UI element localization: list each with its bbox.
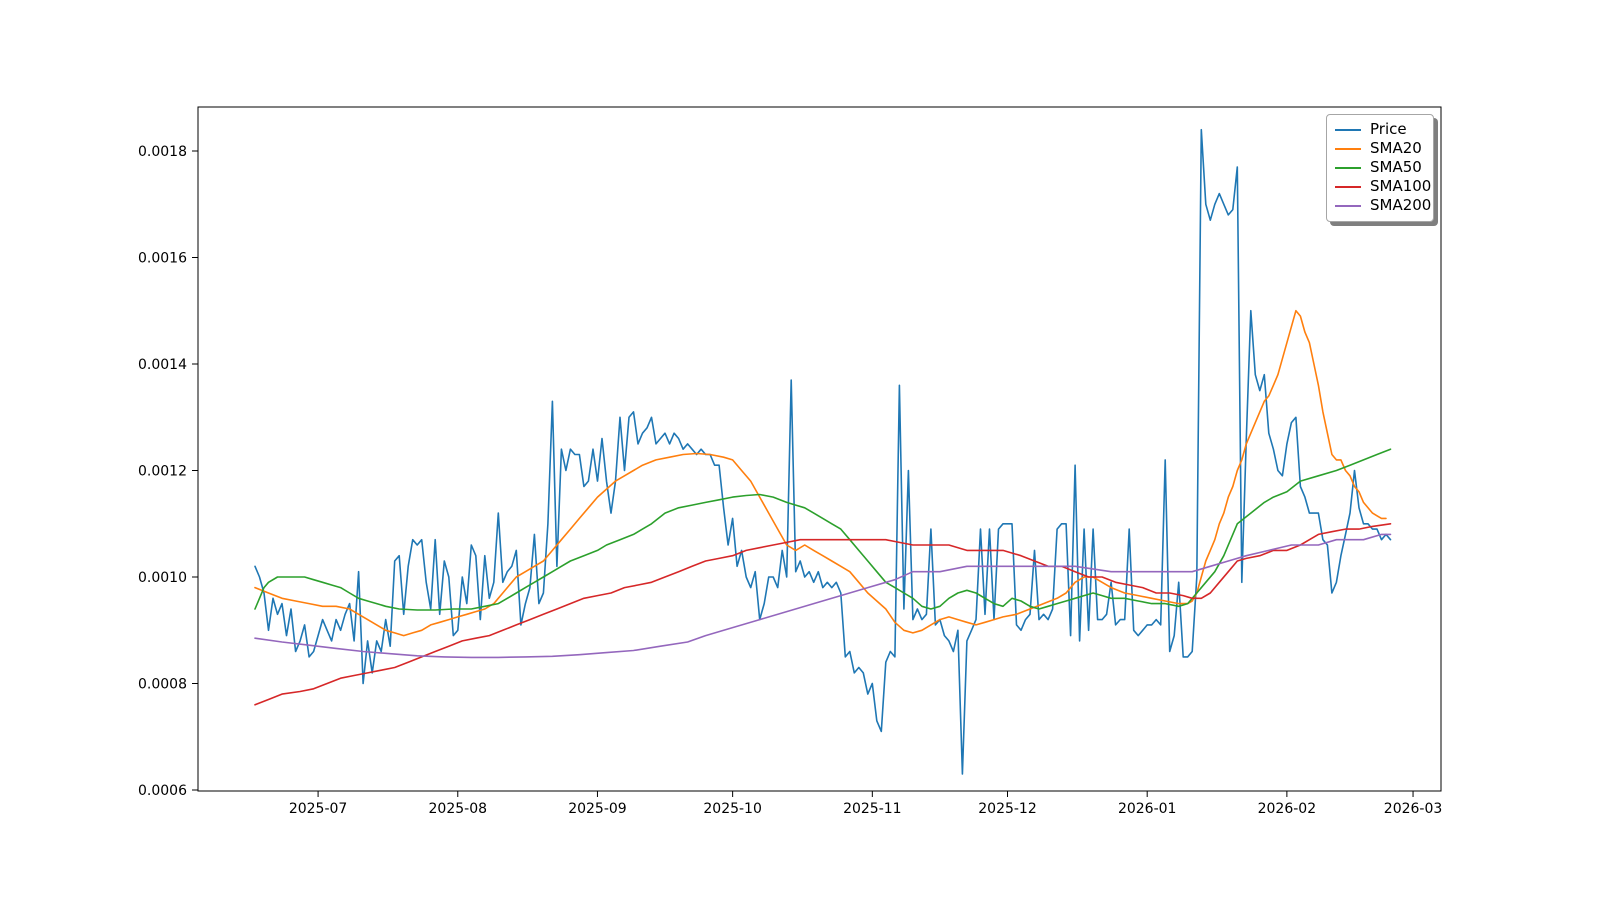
y-tick-label: 0.0010 xyxy=(138,570,187,586)
x-tick-label: 2025-09 xyxy=(568,801,627,817)
x-tick-label: 2025-11 xyxy=(843,801,902,817)
x-tick-label: 2026-03 xyxy=(1384,801,1443,817)
legend: Price SMA20 SMA50 SMA100 SMA200 xyxy=(1326,114,1434,222)
legend-item-price: Price xyxy=(1335,120,1425,139)
y-tick-label: 0.0006 xyxy=(138,783,187,799)
legend-label-sma100: SMA100 xyxy=(1370,177,1432,195)
y-tick-label: 0.0012 xyxy=(138,464,187,480)
legend-item-sma100: SMA100 xyxy=(1335,177,1431,196)
sma200-line xyxy=(254,533,1392,659)
x-tick-label: 2025-07 xyxy=(289,801,348,817)
legend-label-sma20: SMA20 xyxy=(1370,139,1422,157)
legend-item-sma20: SMA20 xyxy=(1335,139,1425,158)
legend-line-swatch-sma20 xyxy=(1335,147,1361,150)
legend-label-sma50: SMA50 xyxy=(1370,158,1422,176)
sma100-line xyxy=(254,522,1392,706)
y-tick-label: 0.0016 xyxy=(138,251,187,267)
y-tick-label: 0.0018 xyxy=(138,144,187,160)
legend-item-sma200: SMA200 xyxy=(1335,196,1431,215)
legend-line-swatch-sma200 xyxy=(1335,204,1361,207)
axes-frame xyxy=(197,106,1442,792)
figure: 2025-07 2025-08 2025-09 2025-10 2025-11 2025-… xyxy=(0,0,1600,900)
y-tick-label: 0.0014 xyxy=(138,357,187,373)
legend-line-swatch-sma50 xyxy=(1335,166,1361,169)
price-line xyxy=(254,128,1392,775)
y-tick-label: 0.0008 xyxy=(138,677,187,693)
x-tick-label: 2025-10 xyxy=(703,801,762,817)
x-tick-label: 2026-01 xyxy=(1118,801,1177,817)
x-tick-label: 2025-12 xyxy=(978,801,1037,817)
legend-line-swatch-sma100 xyxy=(1335,185,1361,188)
x-tick-label: 2026-02 xyxy=(1258,801,1317,817)
legend-label-sma200: SMA200 xyxy=(1370,196,1432,214)
legend-item-sma50: SMA50 xyxy=(1335,158,1425,177)
x-tick-label: 2025-08 xyxy=(429,801,488,817)
legend-label-price: Price xyxy=(1370,120,1407,138)
legend-line-swatch-price xyxy=(1335,128,1361,131)
